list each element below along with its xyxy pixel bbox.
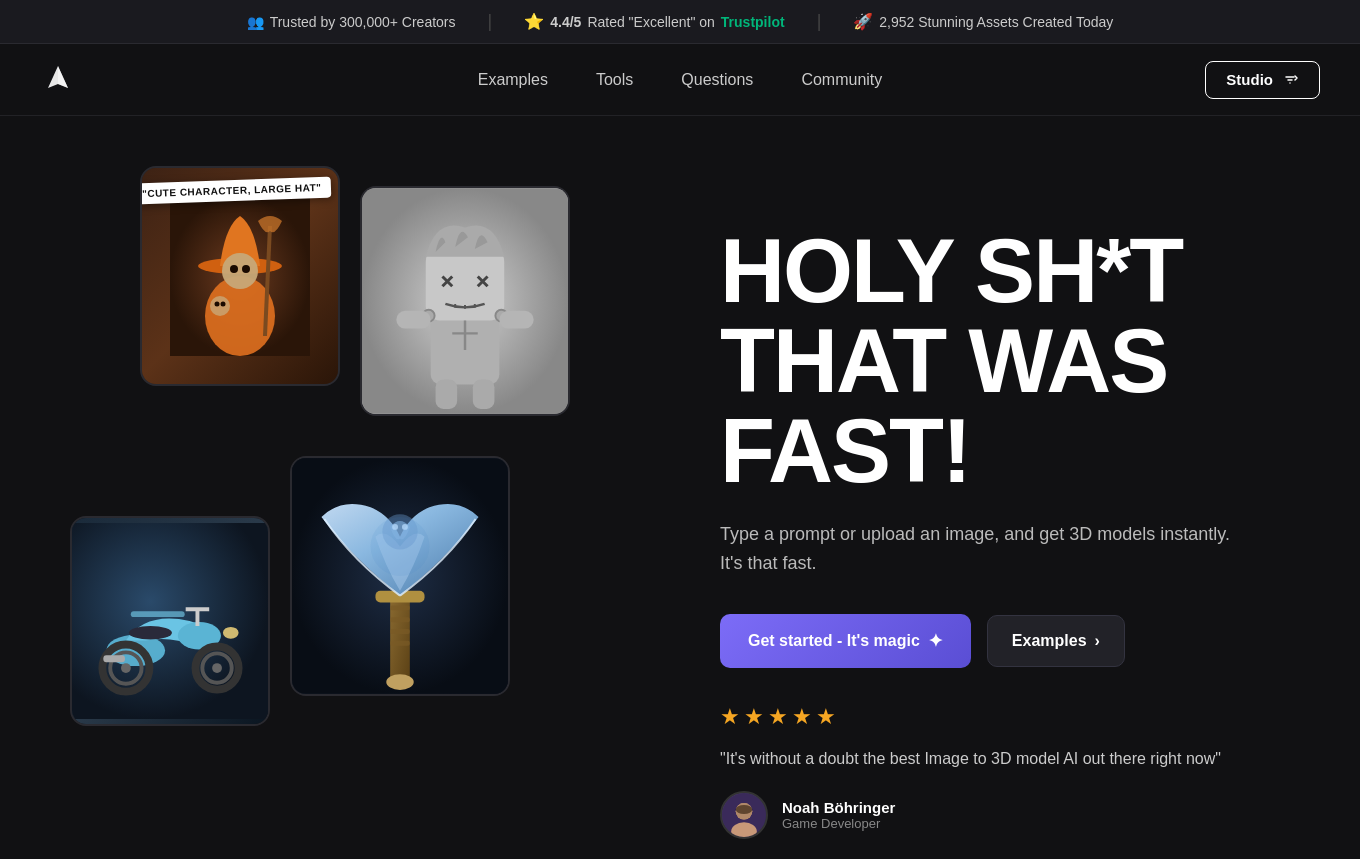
svg-rect-22 bbox=[396, 311, 430, 329]
banner-creators: 👥 Trusted by 300,000+ Creators bbox=[247, 14, 456, 30]
assets-text: 2,952 Stunning Assets Created Today bbox=[879, 14, 1113, 30]
svg-point-4 bbox=[230, 265, 238, 273]
svg-rect-47 bbox=[390, 629, 410, 634]
rocket-icon: 🚀 bbox=[853, 12, 873, 31]
svg-point-3 bbox=[222, 253, 258, 289]
svg-point-54 bbox=[371, 517, 430, 576]
svg-rect-46 bbox=[390, 617, 410, 622]
star-icon: ⭐ bbox=[524, 12, 544, 31]
nav-questions[interactable]: Questions bbox=[681, 71, 753, 89]
svg-point-8 bbox=[215, 302, 220, 307]
separator-2: | bbox=[817, 11, 822, 32]
svg-rect-42 bbox=[131, 611, 185, 617]
svg-point-41 bbox=[223, 627, 239, 639]
chevron-right-icon: › bbox=[1095, 632, 1100, 650]
sparkle-icon: ✦ bbox=[928, 630, 943, 652]
svg-rect-12 bbox=[426, 247, 504, 321]
studio-button[interactable]: Studio bbox=[1205, 61, 1320, 99]
nav-community[interactable]: Community bbox=[801, 71, 882, 89]
svg-rect-25 bbox=[473, 379, 495, 408]
examples-button[interactable]: Examples › bbox=[987, 615, 1125, 667]
image-card-frankenstein bbox=[360, 186, 570, 416]
hero-content: HOLY SH*T THAT WAS FAST! Type a prompt o… bbox=[720, 166, 1320, 839]
examples-label: Examples bbox=[1012, 632, 1087, 650]
avatar bbox=[720, 791, 768, 839]
svg-point-31 bbox=[129, 626, 172, 640]
svg-rect-23 bbox=[499, 311, 533, 329]
navbar: Examples Tools Questions Community Studi… bbox=[0, 44, 1360, 116]
svg-rect-40 bbox=[103, 655, 125, 662]
svg-rect-24 bbox=[436, 379, 458, 408]
trustpilot-text: Trustpilot bbox=[721, 14, 785, 30]
star-5: ★ bbox=[816, 704, 836, 730]
svg-point-7 bbox=[210, 296, 230, 316]
rated-text: Rated "Excellent" on bbox=[587, 14, 714, 30]
reviewer-info: Noah Böhringer Game Developer bbox=[782, 799, 895, 831]
svg-rect-48 bbox=[390, 641, 410, 646]
top-banner: 👥 Trusted by 300,000+ Creators | ⭐ 4.4/5… bbox=[0, 0, 1360, 44]
star-4: ★ bbox=[792, 704, 812, 730]
image-card-character: "CUTE CHARACTER, LARGE HAT" bbox=[140, 166, 340, 386]
image-card-weapon bbox=[290, 456, 510, 696]
character-svg bbox=[170, 196, 310, 356]
sort-icon bbox=[1281, 71, 1299, 89]
hero-section: "CUTE CHARACTER, LARGE HAT" bbox=[0, 116, 1360, 859]
star-3: ★ bbox=[768, 704, 788, 730]
image-grid: "CUTE CHARACTER, LARGE HAT" bbox=[60, 166, 680, 786]
studio-label: Studio bbox=[1226, 71, 1273, 88]
svg-point-59 bbox=[736, 805, 753, 814]
get-started-label: Get started - It's magic bbox=[748, 632, 920, 650]
svg-point-9 bbox=[221, 302, 226, 307]
creators-icon: 👥 bbox=[247, 14, 264, 30]
reviewer-role: Game Developer bbox=[782, 816, 895, 831]
rating-value: 4.4/5 bbox=[550, 14, 581, 30]
weapon-svg bbox=[292, 456, 508, 696]
svg-point-5 bbox=[242, 265, 250, 273]
svg-rect-45 bbox=[390, 605, 410, 610]
hero-title: HOLY SH*T THAT WAS FAST! bbox=[720, 226, 1320, 496]
banner-rating: ⭐ 4.4/5 Rated "Excellent" on Trustpilot bbox=[524, 12, 784, 31]
creators-text: Trusted by 300,000+ Creators bbox=[270, 14, 456, 30]
cta-row: Get started - It's magic ✦ Examples › bbox=[720, 614, 1320, 668]
separator-1: | bbox=[488, 11, 493, 32]
nav-examples[interactable]: Examples bbox=[478, 71, 548, 89]
get-started-button[interactable]: Get started - It's magic ✦ bbox=[720, 614, 971, 668]
svg-point-36 bbox=[121, 663, 131, 673]
scooter-svg bbox=[72, 521, 268, 721]
logo-icon bbox=[40, 62, 76, 98]
star-2: ★ bbox=[744, 704, 764, 730]
reviewer-name: Noah Böhringer bbox=[782, 799, 895, 816]
stars-row: ★ ★ ★ ★ ★ bbox=[720, 704, 1320, 730]
frankenstein-svg bbox=[362, 186, 568, 416]
image-card-scooter bbox=[70, 516, 270, 726]
nav-links: Examples Tools Questions Community bbox=[478, 71, 883, 89]
svg-point-49 bbox=[386, 674, 413, 690]
logo[interactable] bbox=[40, 62, 76, 98]
review-text: "It's without a doubt the best Image to … bbox=[720, 746, 1280, 772]
svg-point-39 bbox=[212, 663, 222, 673]
nav-tools[interactable]: Tools bbox=[596, 71, 633, 89]
avatar-image bbox=[722, 791, 766, 839]
reviewer: Noah Böhringer Game Developer bbox=[720, 791, 1320, 839]
star-1: ★ bbox=[720, 704, 740, 730]
banner-assets: 🚀 2,952 Stunning Assets Created Today bbox=[853, 12, 1113, 31]
hero-subtitle: Type a prompt or upload an image, and ge… bbox=[720, 520, 1240, 578]
